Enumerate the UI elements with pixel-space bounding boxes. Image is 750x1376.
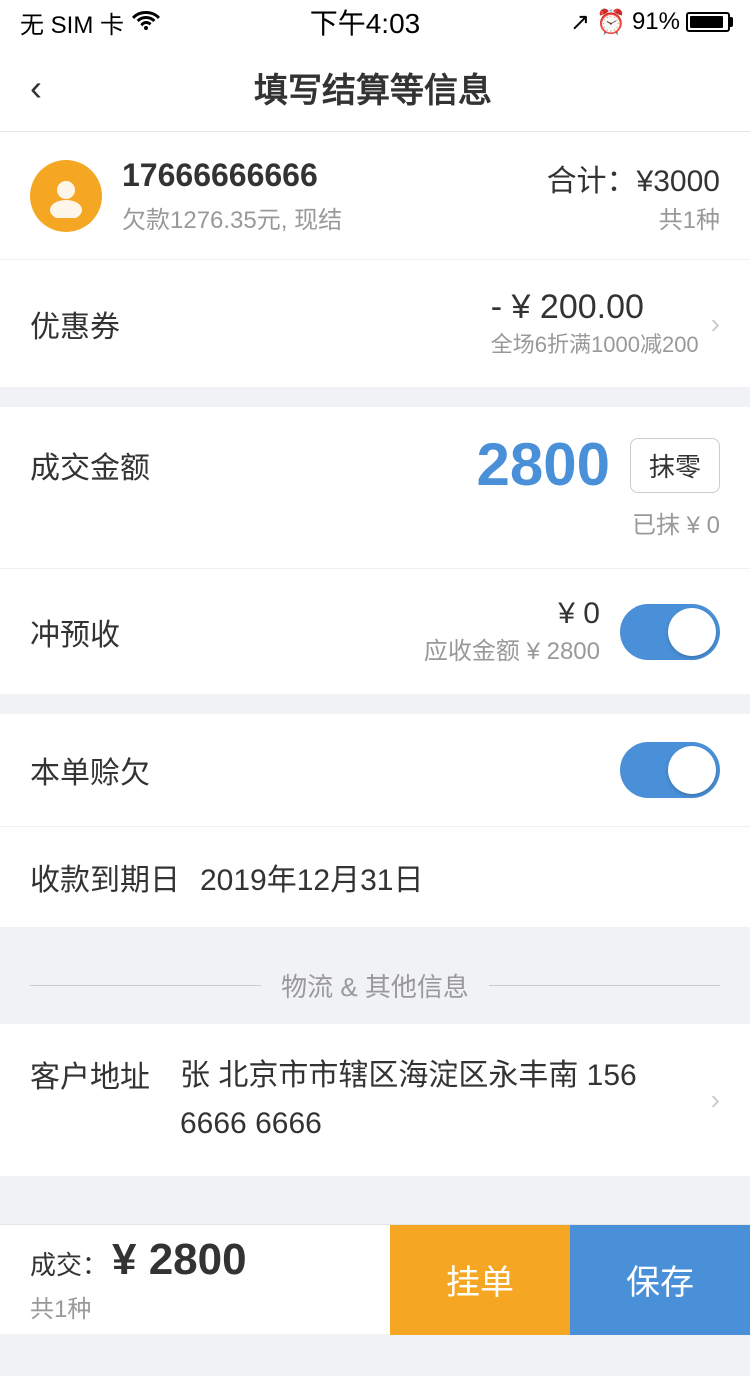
logistics-header: 物流 & 其他信息 <box>0 947 750 1024</box>
nav-bar: ‹ 填写结算等信息 <box>0 44 750 132</box>
gap-3 <box>0 927 750 947</box>
gap-1 <box>0 387 750 407</box>
amount-section: 成交金额 2800 抹零 已抹 ¥ 0 冲预收 ¥ 0 应收金额 ¥ 2800 <box>0 407 750 694</box>
footer-total-amount: ¥ 2800 <box>112 1235 247 1285</box>
prepay-sub: 应收金额 ¥ 2800 <box>424 631 600 666</box>
credit-toggle-knob <box>668 746 716 794</box>
coupon-desc: 全场6折满1000减200 <box>491 327 699 359</box>
user-count: 共1种 <box>547 200 720 235</box>
prepay-toggle[interactable] <box>620 604 720 660</box>
amount-sub: 已抹 ¥ 0 <box>632 512 720 539</box>
prepay-row: 冲预收 ¥ 0 应收金额 ¥ 2800 <box>0 568 750 694</box>
coupon-discount: - ¥ 200.00 <box>491 288 644 326</box>
credit-toggle[interactable] <box>620 742 720 798</box>
amount-value-group: 2800 抹零 <box>477 435 721 495</box>
status-time: 下午4:03 <box>310 2 421 42</box>
header-line-left <box>30 985 261 986</box>
credit-section: 本单赊欠 收款到期日 2019年12月31日 <box>0 714 750 927</box>
battery-icon <box>686 12 730 32</box>
due-date: 2019年12月31日 <box>200 855 423 899</box>
location-icon: ↗ <box>570 8 590 37</box>
address-value: 张 北京市市辖区海淀区永丰南 156 6666 6666 <box>180 1052 711 1148</box>
round-button[interactable]: 抹零 <box>630 438 720 493</box>
credit-row: 本单赊欠 <box>0 714 750 826</box>
user-info: 17666666666 欠款1276.35元, 现结 <box>122 157 342 235</box>
amount-number: 2800 <box>477 435 610 495</box>
coupon-row[interactable]: 优惠券 - ¥ 200.00 全场6折满1000减200 › <box>0 259 750 387</box>
user-phone: 17666666666 <box>122 157 342 194</box>
wifi-icon <box>132 8 160 36</box>
coupon-right: - ¥ 200.00 全场6折满1000减200 › <box>491 288 720 359</box>
avatar <box>30 160 102 232</box>
footer-left: 成交： ¥ 2800 共1种 <box>0 1235 390 1324</box>
user-sub: 欠款1276.35元, 现结 <box>122 200 342 235</box>
address-chevron-icon: › <box>711 1084 720 1116</box>
due-row: 收款到期日 2019年12月31日 <box>0 826 750 927</box>
amount-row-container: 成交金额 2800 抹零 已抹 ¥ 0 <box>0 407 750 568</box>
amount-label: 成交金额 <box>30 443 150 487</box>
page-title: 填写结算等信息 <box>62 63 684 112</box>
gap-2 <box>0 694 750 714</box>
logistics-title: 物流 & 其他信息 <box>281 967 469 1004</box>
back-button[interactable]: ‹ <box>30 67 42 109</box>
alarm-icon: ⏰ <box>596 8 626 37</box>
address-label: 客户地址 <box>30 1052 150 1096</box>
prepay-amount: ¥ 0 <box>424 597 600 631</box>
user-row: 17666666666 欠款1276.35元, 现结 合计：¥3000 共1种 <box>0 132 750 259</box>
battery-percent: 91% <box>632 8 680 36</box>
footer-count: 共1种 <box>30 1289 360 1324</box>
user-section: 17666666666 欠款1276.35元, 现结 合计：¥3000 共1种 … <box>0 132 750 387</box>
amount-row: 成交金额 2800 抹零 <box>30 435 720 495</box>
sim-label: 无 SIM 卡 <box>20 5 124 40</box>
prepay-right: ¥ 0 应收金额 ¥ 2800 <box>424 597 720 666</box>
status-bar: 无 SIM 卡 下午4:03 ↗ ⏰ 91% <box>0 0 750 44</box>
prepay-value-group: ¥ 0 应收金额 ¥ 2800 <box>424 597 600 666</box>
prepay-label: 冲预收 <box>30 610 120 654</box>
due-label: 收款到期日 <box>30 855 180 899</box>
status-right: ↗ ⏰ 91% <box>570 8 730 37</box>
user-left: 17666666666 欠款1276.35元, 现结 <box>30 157 342 235</box>
toggle-knob <box>668 608 716 656</box>
user-total: 合计：¥3000 <box>547 156 720 200</box>
user-right: 合计：¥3000 共1种 <box>547 156 720 235</box>
header-line-right <box>489 985 720 986</box>
coupon-label: 优惠券 <box>30 302 120 346</box>
address-row[interactable]: 客户地址 张 北京市市辖区海淀区永丰南 156 6666 6666 › <box>0 1024 750 1176</box>
coupon-chevron-icon: › <box>711 308 720 340</box>
footer-total-label: 成交： <box>30 1245 108 1282</box>
credit-label: 本单赊欠 <box>30 748 150 792</box>
save-button[interactable]: 保存 <box>570 1225 750 1335</box>
footer-bar: 成交： ¥ 2800 共1种 挂单 保存 <box>0 1224 750 1334</box>
hang-button[interactable]: 挂单 <box>390 1225 570 1335</box>
status-left: 无 SIM 卡 <box>20 5 160 40</box>
